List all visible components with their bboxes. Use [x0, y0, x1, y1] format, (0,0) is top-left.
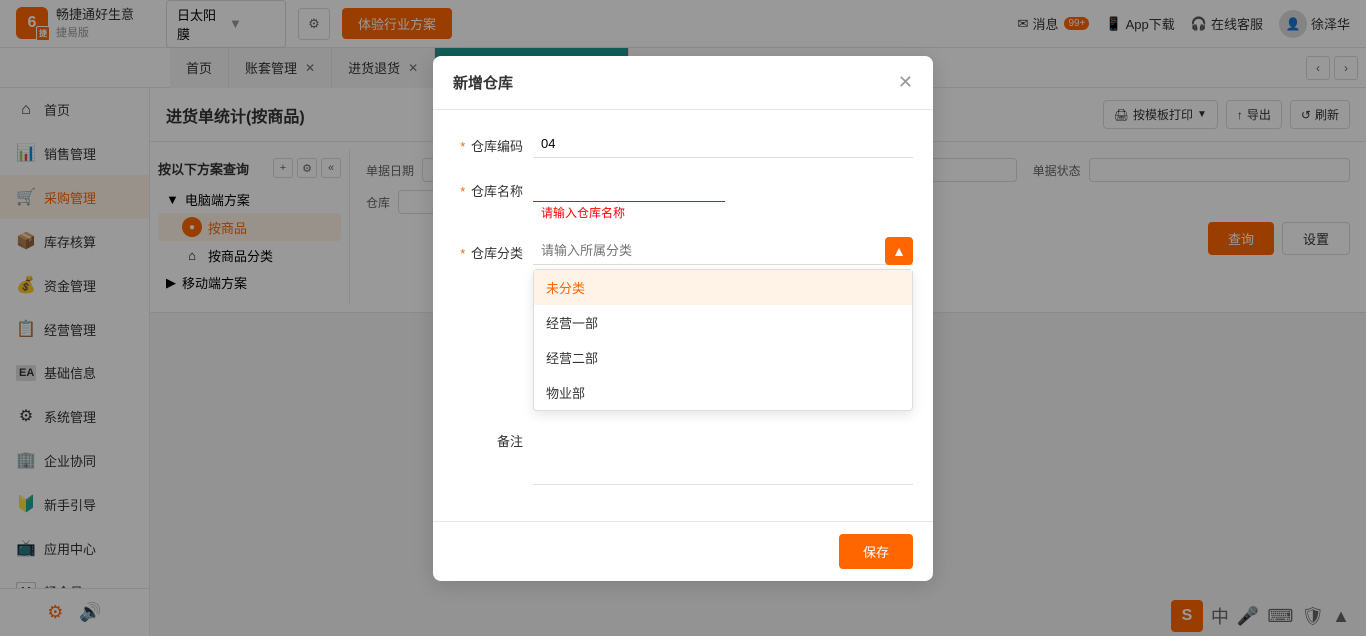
- modal-overlay[interactable]: 新增仓库 ✕ * 仓库编码 * 仓库名称: [0, 0, 1366, 636]
- category-form-row: * 仓库分类 ▲ 未分类 经营一部 经营二部 物业部: [453, 237, 913, 265]
- code-form-row: * 仓库编码: [453, 130, 913, 158]
- category-wrapper: ▲ 未分类 经营一部 经营二部 物业部: [533, 237, 913, 265]
- modal-close-button[interactable]: ✕: [898, 72, 913, 93]
- category-option-none[interactable]: 未分类: [534, 270, 912, 305]
- code-label: 仓库编码: [471, 139, 523, 154]
- required-star-name: *: [460, 184, 465, 199]
- note-textarea[interactable]: [533, 425, 913, 485]
- new-warehouse-modal: 新增仓库 ✕ * 仓库编码 * 仓库名称: [433, 56, 933, 581]
- note-label: 备注: [497, 434, 523, 449]
- modal-footer: 保存: [433, 521, 933, 581]
- required-star-category: *: [460, 246, 465, 261]
- save-button[interactable]: 保存: [839, 534, 913, 569]
- modal-title: 新增仓库: [453, 72, 513, 93]
- name-form-row: * 仓库名称 请输入仓库名称: [453, 174, 913, 221]
- name-label: 仓库名称: [471, 184, 523, 199]
- required-star-code: *: [460, 139, 465, 154]
- category-option-ops2[interactable]: 经营二部: [534, 340, 912, 375]
- category-option-ops1[interactable]: 经营一部: [534, 305, 912, 340]
- name-input[interactable]: [533, 174, 725, 202]
- category-toggle-button[interactable]: ▲: [885, 237, 913, 265]
- name-error-msg: 请输入仓库名称: [541, 204, 625, 221]
- category-label: 仓库分类: [471, 246, 523, 261]
- code-input[interactable]: [533, 130, 913, 158]
- category-option-property[interactable]: 物业部: [534, 375, 912, 410]
- modal-header: 新增仓库 ✕: [433, 56, 933, 110]
- category-input[interactable]: [533, 237, 913, 265]
- modal-body: * 仓库编码 * 仓库名称 请输入仓库名称 *: [433, 110, 933, 521]
- note-form-row: 备注: [453, 425, 913, 485]
- category-dropdown: 未分类 经营一部 经营二部 物业部: [533, 269, 913, 411]
